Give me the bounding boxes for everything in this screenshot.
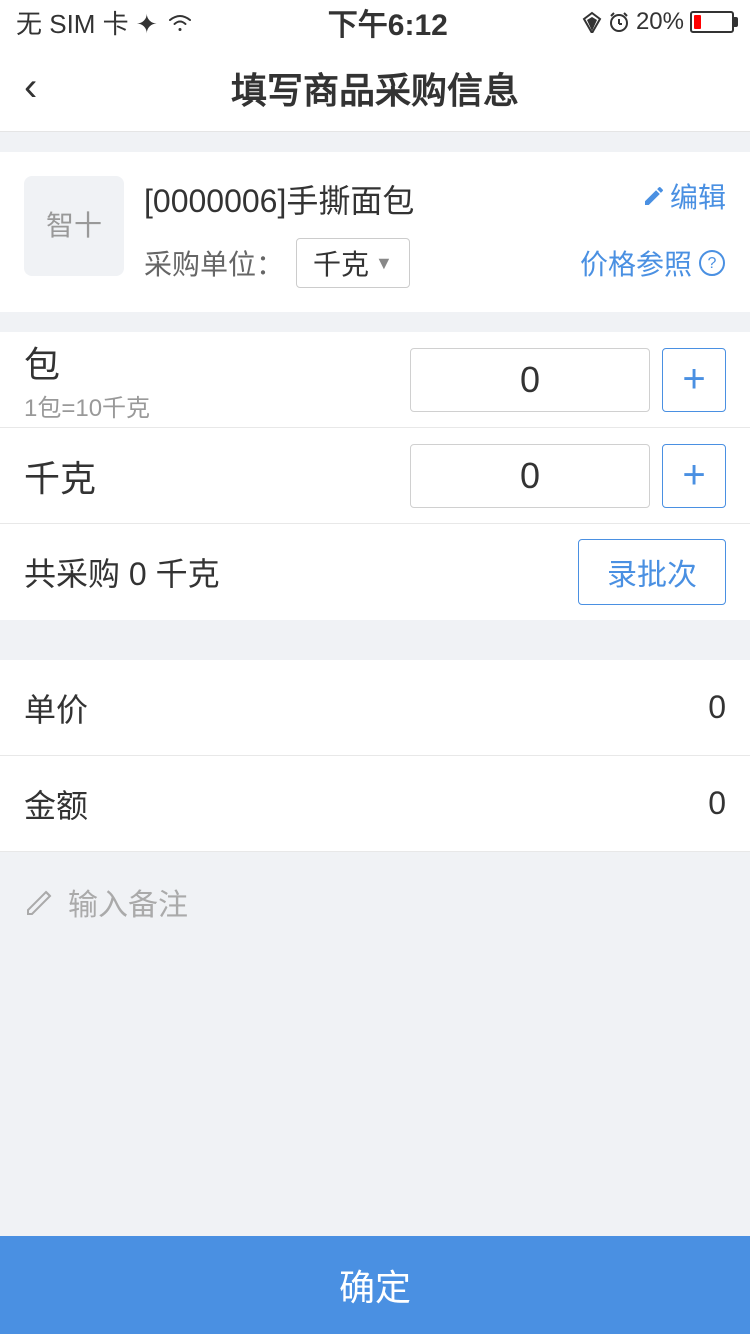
edit-icon bbox=[642, 184, 666, 208]
wifi-icon bbox=[166, 12, 194, 32]
kg-plus-button[interactable]: + bbox=[662, 444, 726, 508]
kg-field: 0 + bbox=[144, 444, 726, 508]
product-unit-row: 采购单位： 千克 ▼ 价格参照 ? bbox=[144, 238, 726, 288]
back-button[interactable]: ‹ bbox=[24, 65, 37, 110]
section-divider-1 bbox=[0, 312, 750, 332]
pack-plus-button[interactable]: + bbox=[662, 348, 726, 412]
record-batch-button[interactable]: 录批次 bbox=[578, 539, 726, 605]
edit-button[interactable]: 编辑 bbox=[642, 176, 726, 216]
pack-sublabel: 1包=10千克 bbox=[24, 388, 150, 423]
remark-section[interactable]: 输入备注 bbox=[0, 852, 750, 952]
unit-price-label: 单价 bbox=[24, 685, 88, 731]
pack-field: 0 + bbox=[150, 348, 726, 412]
kg-label-group: 千克 bbox=[24, 450, 144, 502]
status-left: 无 SIM 卡 ✦ bbox=[16, 4, 194, 41]
product-header: [0000006]手撕面包 编辑 bbox=[144, 176, 726, 222]
remark-placeholder: 输入备注 bbox=[68, 880, 188, 924]
battery-percent: 20% bbox=[636, 8, 684, 36]
location-icon bbox=[582, 11, 602, 33]
status-bar: 无 SIM 卡 ✦ 下午6:12 20% bbox=[0, 0, 750, 44]
product-name: [0000006]手撕面包 bbox=[144, 176, 414, 222]
input-section: 包 1包=10千克 0 + 千克 0 + bbox=[0, 332, 750, 524]
price-reference-button[interactable]: 价格参照 ? bbox=[580, 243, 726, 283]
amount-label: 金额 bbox=[24, 781, 88, 827]
nav-bar: ‹ 填写商品采购信息 bbox=[0, 44, 750, 132]
page-title: 填写商品采购信息 bbox=[231, 62, 519, 114]
confirm-bar[interactable]: 确定 bbox=[0, 1236, 750, 1334]
unit-price-row: 单价 0 bbox=[0, 660, 750, 756]
kg-quantity-input[interactable]: 0 bbox=[410, 444, 650, 508]
sim-label: 无 SIM 卡 ✦ bbox=[16, 4, 158, 41]
product-thumbnail: 智十 bbox=[24, 176, 124, 276]
pack-input-row: 包 1包=10千克 0 + bbox=[0, 332, 750, 428]
unit-select[interactable]: 千克 ▼ bbox=[296, 238, 410, 288]
amount-row: 金额 0 bbox=[0, 756, 750, 852]
battery-icon bbox=[690, 11, 734, 33]
unit-price-value: 0 bbox=[708, 689, 726, 726]
summary-text: 共采购 0 千克 bbox=[24, 549, 578, 595]
pencil-icon bbox=[24, 886, 56, 918]
status-right: 20% bbox=[582, 8, 734, 36]
empty-area bbox=[0, 952, 750, 1252]
pack-quantity-input[interactable]: 0 bbox=[410, 348, 650, 412]
summary-row: 共采购 0 千克 录批次 bbox=[0, 524, 750, 620]
alarm-icon bbox=[608, 11, 630, 33]
pack-label-group: 包 1包=10千克 bbox=[24, 336, 150, 423]
confirm-label: 确定 bbox=[339, 1259, 411, 1311]
kg-input-row: 千克 0 + bbox=[0, 428, 750, 524]
unit-label: 采购单位： bbox=[144, 243, 284, 283]
dropdown-arrow-icon: ▼ bbox=[375, 253, 393, 274]
pack-label: 包 bbox=[24, 336, 150, 388]
svg-text:?: ? bbox=[708, 255, 717, 272]
section-divider-2 bbox=[0, 620, 750, 640]
status-time: 下午6:12 bbox=[328, 0, 448, 44]
product-logo: 智十 bbox=[46, 212, 102, 240]
kg-label: 千克 bbox=[24, 450, 144, 502]
price-section: 单价 0 金额 0 bbox=[0, 660, 750, 852]
product-card: 智十 [0000006]手撕面包 编辑 采购单位： 千克 ▼ 价格参照 bbox=[0, 152, 750, 312]
product-info: [0000006]手撕面包 编辑 采购单位： 千克 ▼ 价格参照 ? bbox=[144, 176, 726, 288]
amount-value: 0 bbox=[708, 785, 726, 822]
info-icon: ? bbox=[698, 249, 726, 277]
